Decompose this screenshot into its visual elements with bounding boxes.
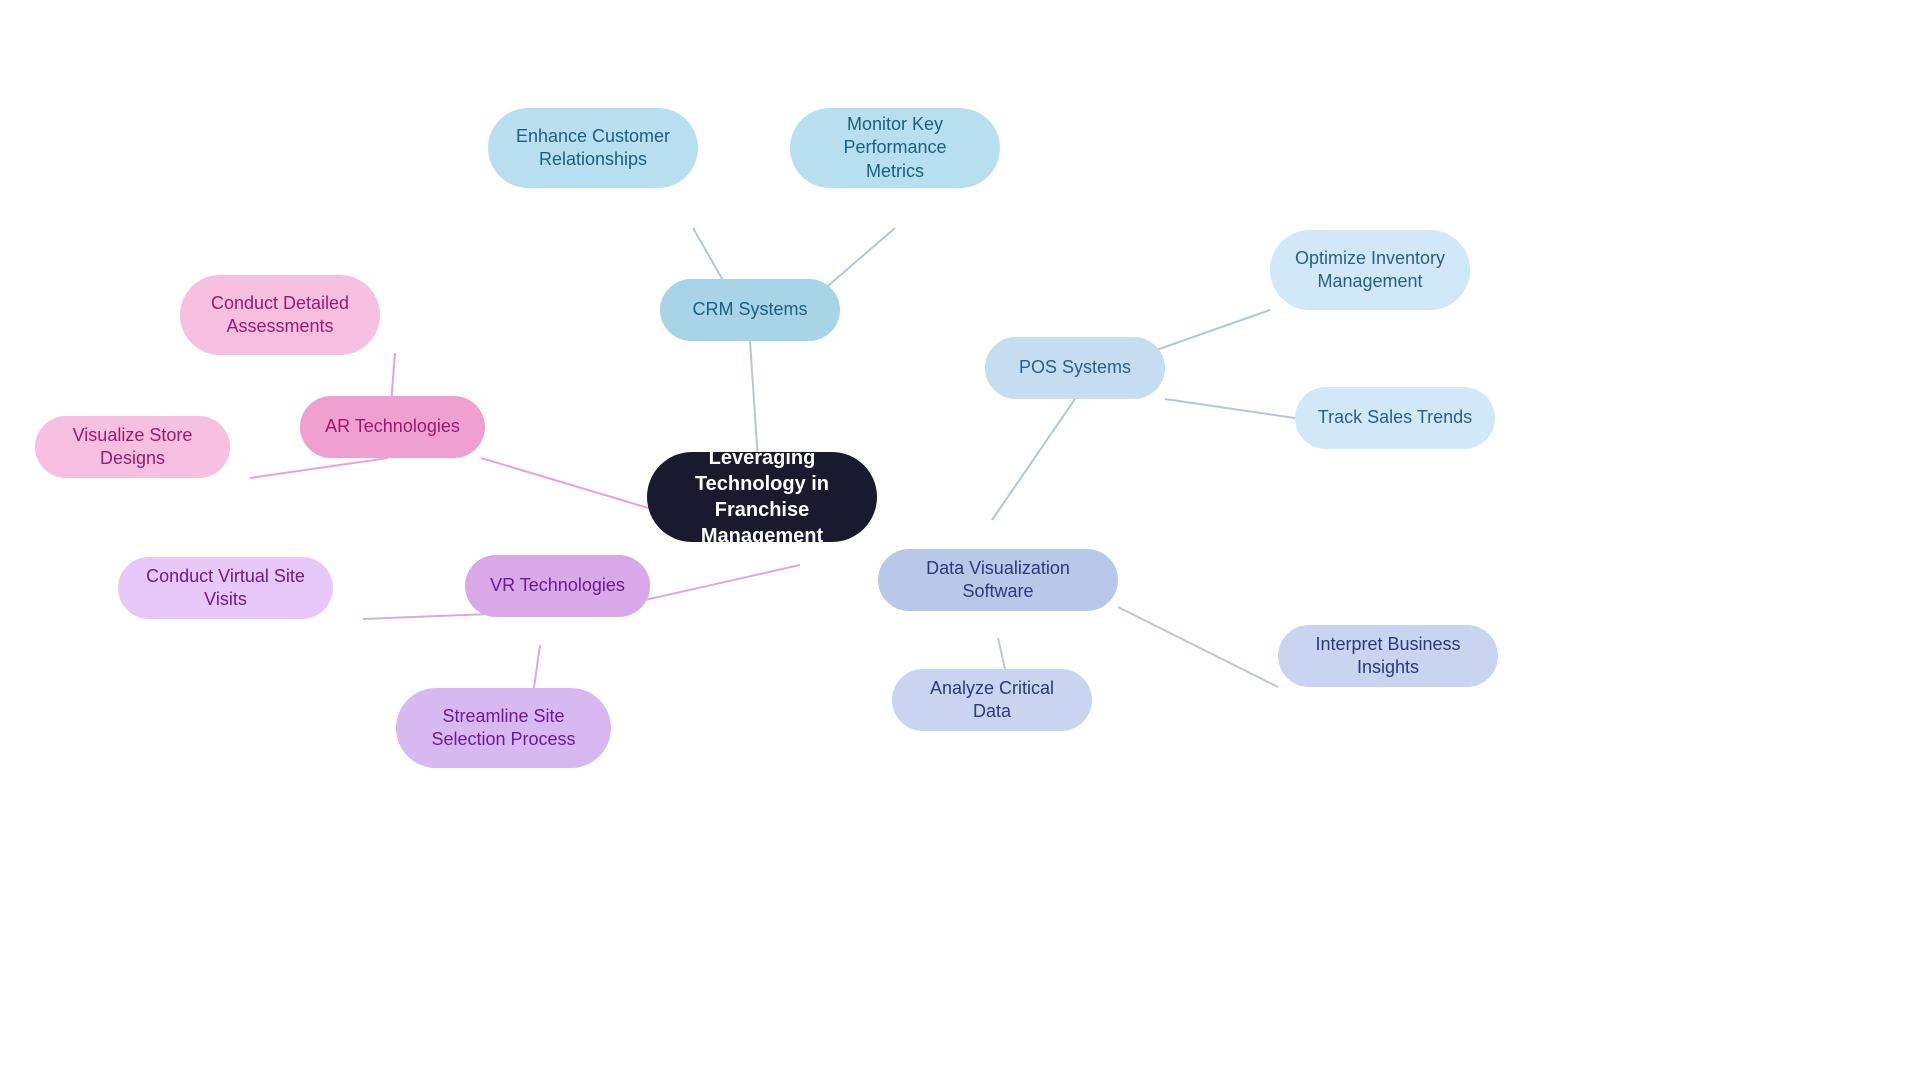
node-pos: POS Systems [985,337,1165,399]
node-crm: CRM Systems [660,279,840,341]
node-vr: VR Technologies [465,555,650,617]
node-conduct-ar: Conduct Detailed Assessments [180,275,380,355]
node-interpret: Interpret Business Insights [1278,625,1498,687]
node-monitor: Monitor Key Performance Metrics [790,108,1000,188]
node-conduct-vr: Conduct Virtual Site Visits [118,557,333,619]
central-node: Leveraging Technology in Franchise Manag… [647,452,877,542]
node-analyze: Analyze Critical Data [892,669,1092,731]
node-enhance: Enhance Customer Relationships [488,108,698,188]
node-ar: AR Technologies [300,396,485,458]
node-dataviz: Data Visualization Software [878,549,1118,611]
node-optimize: Optimize Inventory Management [1270,230,1470,310]
node-visualize: Visualize Store Designs [35,416,230,478]
node-track: Track Sales Trends [1295,387,1495,449]
node-streamline: Streamline Site Selection Process [396,688,611,768]
